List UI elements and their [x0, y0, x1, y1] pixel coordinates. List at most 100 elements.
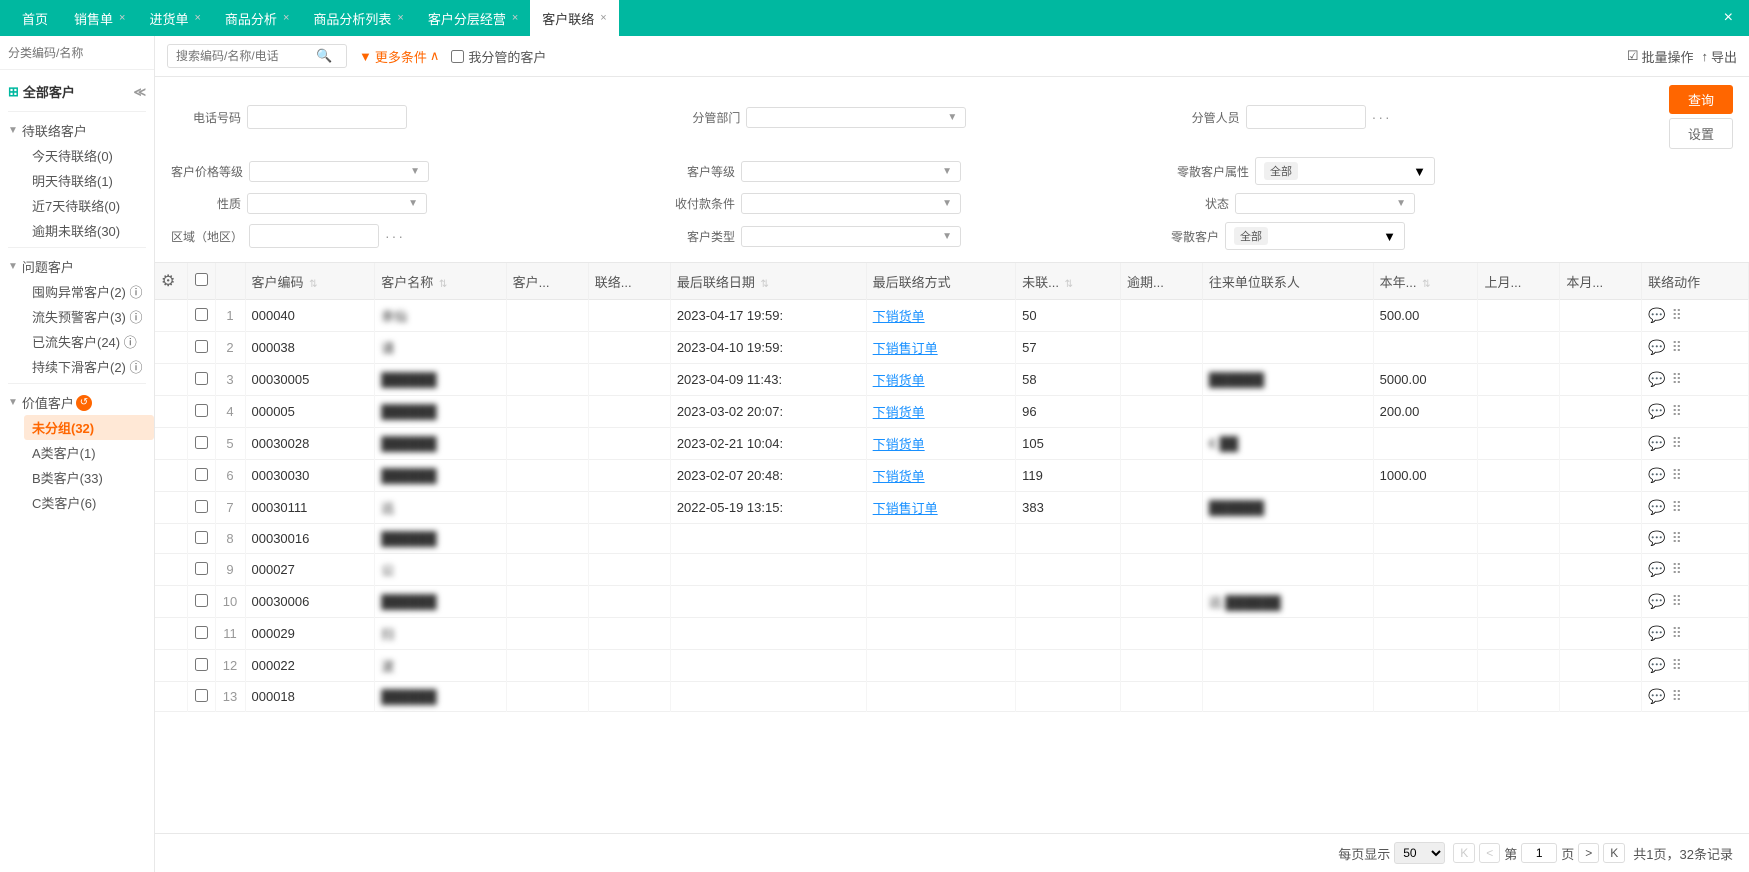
row-checkbox-cell[interactable] [187, 364, 215, 396]
search-input[interactable] [176, 49, 316, 63]
sidebar-item-7days-pending[interactable]: 近7天待联络(0) [24, 193, 154, 218]
sidebar-item-ungrouped[interactable]: 未分组(32) [24, 415, 154, 440]
tab-customer-contact[interactable]: 客户联络 × [530, 0, 618, 36]
this-year-sort-icon[interactable]: ⇅ [1422, 279, 1430, 290]
scattered-customer-select[interactable]: 全部 ▼ [1225, 222, 1405, 250]
sidebar-item-declining[interactable]: 持续下滑客户(2) ⓘ [24, 354, 154, 379]
batch-operations-btn[interactable]: ☑ 批量操作 [1627, 47, 1694, 66]
settings-column-header[interactable]: ⚙ [155, 263, 187, 300]
region-dots-btn[interactable]: ··· [385, 228, 405, 244]
code-sort-icon[interactable]: ⇅ [309, 279, 317, 290]
contact-icon[interactable]: 💬 [1648, 467, 1665, 484]
row-checkbox[interactable] [195, 308, 208, 321]
row-checkbox[interactable] [195, 562, 208, 575]
value-customers-group[interactable]: ▼ 价值客户 ↺ [0, 388, 154, 415]
last-method-link[interactable]: 下销货单 [873, 437, 925, 452]
row-checkbox-cell[interactable] [187, 650, 215, 682]
last-method-link[interactable]: 下销售订单 [873, 341, 938, 356]
row-checkbox[interactable] [195, 340, 208, 353]
sidebar-item-overdue-pending[interactable]: 逾期未联络(30) [24, 218, 154, 243]
contact-icon[interactable]: 💬 [1648, 371, 1665, 388]
last-contact-method-header[interactable]: 最后联络方式 [866, 263, 1015, 300]
region-input[interactable] [249, 224, 379, 248]
sidebar-item-class-a[interactable]: A类客户(1) [24, 440, 154, 465]
page-size-select[interactable]: 50 100 200 [1394, 842, 1445, 864]
last-method-link[interactable]: 下销货单 [873, 405, 925, 420]
query-button[interactable]: 查询 [1669, 85, 1733, 114]
scattered-attr-select[interactable]: 全部 ▼ [1255, 157, 1435, 185]
customer-type-header[interactable]: 客户... [506, 263, 588, 300]
sidebar-item-churn-warning[interactable]: 流失预警客户(3) ⓘ [24, 304, 154, 329]
sidebar-item-class-c[interactable]: C类客户(6) [24, 490, 154, 515]
last-method-link[interactable]: 下销售订单 [873, 501, 938, 516]
row-checkbox-cell[interactable] [187, 492, 215, 524]
more-icon[interactable]: ⠿ [1672, 499, 1682, 516]
search-icon[interactable]: 🔍 [316, 48, 332, 64]
close-customer-contact-tab[interactable]: × [600, 12, 606, 24]
tab-customer-tier[interactable]: 客户分层经营 × [416, 0, 530, 36]
sidebar-item-hoarding-abnormal[interactable]: 囤购异常客户(2) ⓘ [24, 279, 154, 304]
row-checkbox[interactable] [195, 658, 208, 671]
row-checkbox-cell[interactable] [187, 460, 215, 492]
pending-contact-group[interactable]: ▼ 待联络客户 [0, 116, 154, 143]
customer-code-header[interactable]: 客户编码 ⇅ [245, 263, 375, 300]
sidebar-item-today-pending[interactable]: 今天待联络(0) [24, 143, 154, 168]
last-month-header[interactable]: 上月... [1478, 263, 1560, 300]
prev-page-btn[interactable]: < [1479, 843, 1500, 863]
row-checkbox[interactable] [195, 626, 208, 639]
sidebar-search-input[interactable] [8, 46, 155, 60]
more-conditions-btn[interactable]: ▼ 更多条件 ∧ [359, 47, 439, 66]
customer-tier-select[interactable]: ▼ [741, 161, 961, 182]
close-purchase-tab[interactable]: × [194, 12, 200, 24]
this-month-header[interactable]: 本月... [1560, 263, 1642, 300]
select-all-header[interactable] [187, 263, 215, 300]
not-contacted-sort-icon[interactable]: ⇅ [1065, 279, 1073, 290]
contact-header[interactable]: 联络... [588, 263, 670, 300]
close-customer-tier-tab[interactable]: × [512, 12, 518, 24]
last-contact-date-header[interactable]: 最后联络日期 ⇅ [670, 263, 866, 300]
row-checkbox-cell[interactable] [187, 586, 215, 618]
date-sort-icon[interactable]: ⇅ [760, 279, 768, 290]
more-icon[interactable]: ⠿ [1672, 339, 1682, 356]
last-page-btn[interactable]: K [1603, 843, 1625, 863]
row-checkbox[interactable] [195, 531, 208, 544]
sidebar-item-churned[interactable]: 已流失客户(24) ⓘ [24, 329, 154, 354]
row-checkbox[interactable] [195, 689, 208, 702]
tab-product-analysis-list[interactable]: 商品分析列表 × [301, 0, 415, 36]
more-icon[interactable]: ⠿ [1672, 403, 1682, 420]
contact-icon[interactable]: 💬 [1648, 403, 1665, 420]
all-customers-header[interactable]: ⊞ 全部客户 ≪ [8, 76, 146, 105]
row-checkbox[interactable] [195, 436, 208, 449]
last-method-link[interactable]: 下销货单 [873, 469, 925, 484]
contact-icon[interactable]: 💬 [1648, 339, 1665, 356]
customer-type-select[interactable]: ▼ [741, 226, 961, 247]
gear-icon[interactable]: ⚙ [161, 273, 175, 290]
contact-icon[interactable]: 💬 [1648, 561, 1665, 578]
row-checkbox-cell[interactable] [187, 554, 215, 586]
contact-icon[interactable]: 💬 [1648, 625, 1665, 642]
refresh-badge[interactable]: ↺ [76, 395, 92, 411]
status-select[interactable]: ▼ [1235, 193, 1415, 214]
close-all-tabs[interactable]: × [1716, 9, 1741, 27]
company-sales-header[interactable]: 往来单位联系人 [1202, 263, 1373, 300]
manager-dots-btn[interactable]: ··· [1372, 109, 1392, 125]
row-checkbox-cell[interactable] [187, 332, 215, 364]
more-icon[interactable]: ⠿ [1672, 561, 1682, 578]
customer-name-header[interactable]: 客户名称 ⇅ [375, 263, 506, 300]
row-checkbox-cell[interactable] [187, 618, 215, 650]
contact-icon[interactable]: 💬 [1648, 530, 1665, 547]
close-product-list-tab[interactable]: × [397, 12, 403, 24]
row-checkbox[interactable] [195, 594, 208, 607]
dept-select[interactable]: ▼ [746, 107, 966, 128]
sidebar-item-class-b[interactable]: B类客户(33) [24, 465, 154, 490]
my-customers-checkbox-input[interactable] [451, 50, 464, 63]
this-year-header[interactable]: 本年... ⇅ [1373, 263, 1478, 300]
contact-icon[interactable]: 💬 [1648, 435, 1665, 452]
contact-icon[interactable]: 💬 [1648, 307, 1665, 324]
last-method-link[interactable]: 下销货单 [873, 373, 925, 388]
manager-input[interactable] [1246, 105, 1366, 129]
row-checkbox-cell[interactable] [187, 524, 215, 554]
more-icon[interactable]: ⠿ [1672, 625, 1682, 642]
row-checkbox[interactable] [195, 404, 208, 417]
first-page-btn[interactable]: K [1453, 843, 1475, 863]
